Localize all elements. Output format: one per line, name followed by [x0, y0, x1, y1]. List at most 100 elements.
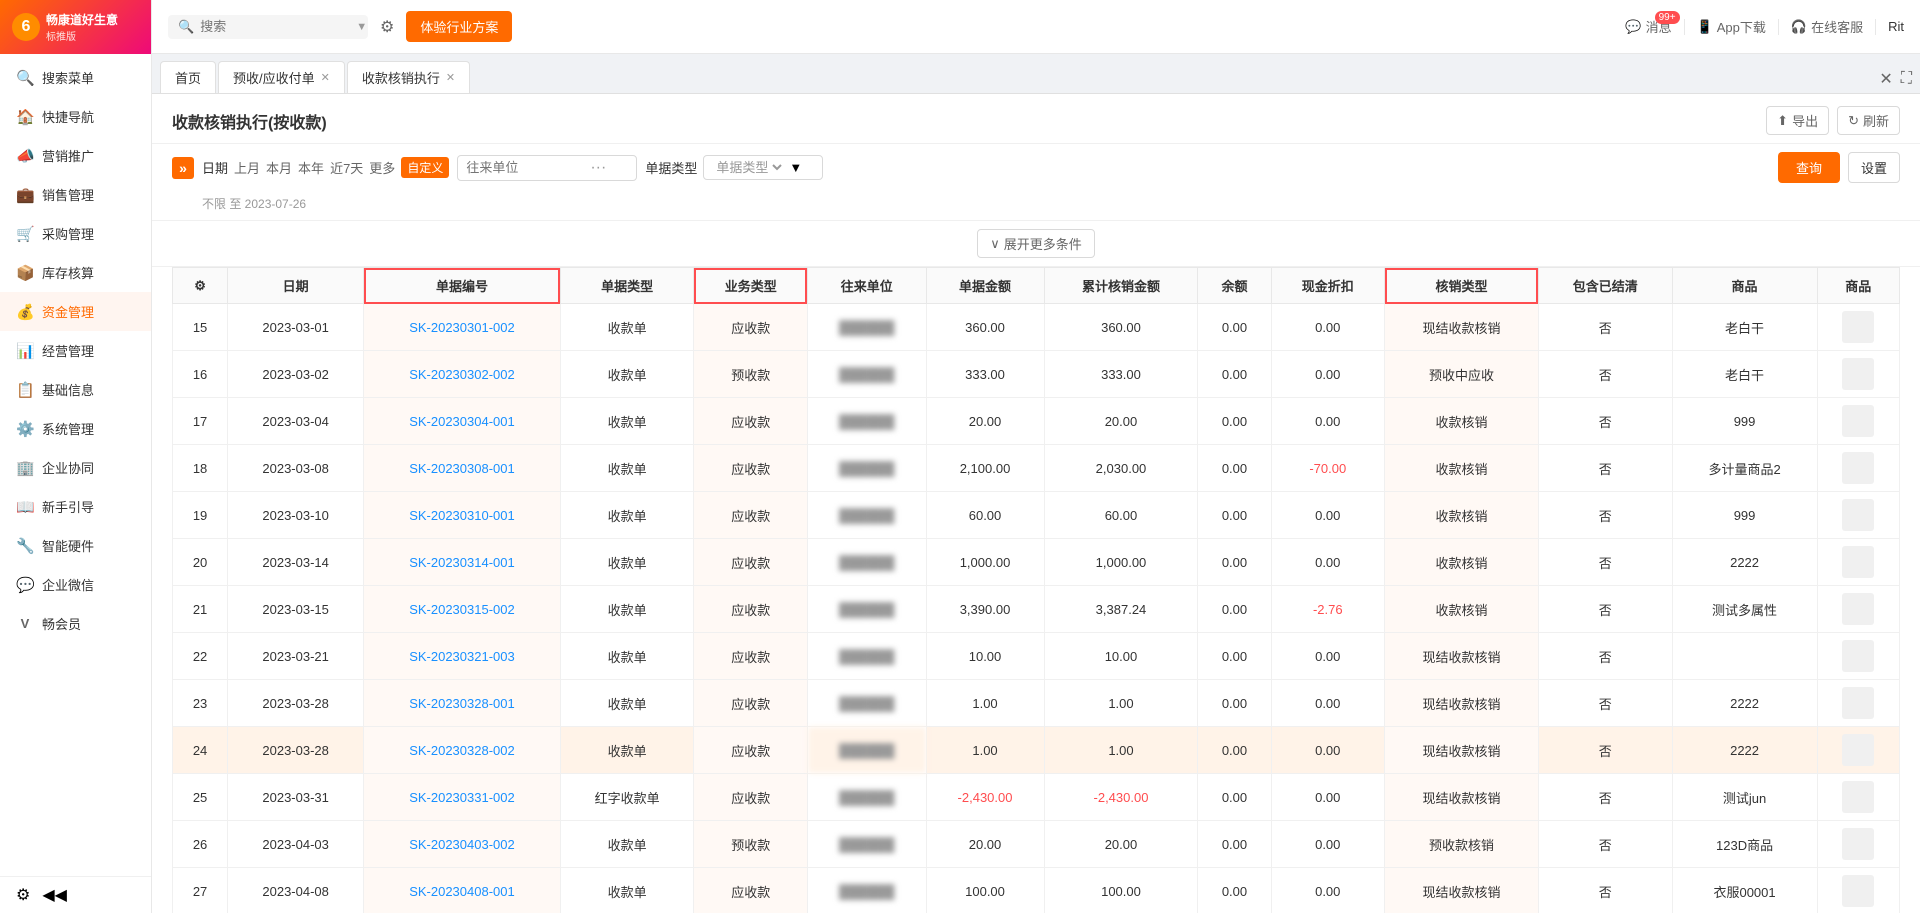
- sidebar-item-marketing[interactable]: 📣 营销推广: [0, 136, 151, 175]
- row-cashdiscount: 0.00: [1271, 868, 1384, 913]
- row-docno[interactable]: SK-20230321-003: [364, 633, 561, 680]
- doc-no-link[interactable]: SK-20230403-002: [409, 837, 515, 852]
- date-custom-button[interactable]: 自定义: [401, 157, 449, 178]
- sidebar-item-search[interactable]: 🔍 搜索菜单: [0, 58, 151, 97]
- doc-no-link[interactable]: SK-20230308-001: [409, 461, 515, 476]
- user-info[interactable]: Rit: [1888, 19, 1904, 34]
- doc-no-link[interactable]: SK-20230314-001: [409, 555, 515, 570]
- row-docno[interactable]: SK-20230308-001: [364, 445, 561, 492]
- sidebar-item-corp[interactable]: 🏢 企业协同: [0, 448, 151, 487]
- row-docno[interactable]: SK-20230310-001: [364, 492, 561, 539]
- row-no: 16: [173, 351, 228, 398]
- row-product2: [1817, 398, 1899, 445]
- sidebar-item-inventory[interactable]: 📦 库存核算: [0, 253, 151, 292]
- filter-expand-button[interactable]: »: [172, 157, 194, 179]
- row-doctype: 收款单: [560, 633, 694, 680]
- col-header-partner: 往来单位: [807, 268, 926, 304]
- sidebar-item-label: 经营管理: [42, 341, 94, 360]
- doc-no-link[interactable]: SK-20230301-002: [409, 320, 515, 335]
- tab-prepay[interactable]: 预收/应收付单 ✕: [218, 61, 345, 93]
- row-balance: 0.00: [1198, 868, 1271, 913]
- export-button[interactable]: ⬆ 导出: [1766, 106, 1829, 135]
- tab-collection[interactable]: 收款核销执行 ✕: [347, 61, 470, 93]
- sidebar-item-wechat[interactable]: 💬 企业微信: [0, 565, 151, 604]
- col-header-balance: 余额: [1198, 268, 1271, 304]
- row-balance: 0.00: [1198, 774, 1271, 821]
- refresh-button[interactable]: ↻ 刷新: [1837, 106, 1900, 135]
- query-button[interactable]: 查询: [1778, 152, 1840, 183]
- row-docno[interactable]: SK-20230403-002: [364, 821, 561, 868]
- tab-close-icon[interactable]: ✕: [321, 71, 330, 84]
- row-docno[interactable]: SK-20230301-002: [364, 304, 561, 351]
- date-this-year[interactable]: 本年: [298, 158, 324, 177]
- doc-no-link[interactable]: SK-20230304-001: [409, 414, 515, 429]
- sidebar-item-hardware[interactable]: 🔧 智能硬件: [0, 526, 151, 565]
- sidebar-item-guide[interactable]: 📖 新手引导: [0, 487, 151, 526]
- row-partner: ██████: [807, 398, 926, 445]
- divider: [1875, 19, 1876, 35]
- sidebar-item-system[interactable]: ⚙️ 系统管理: [0, 409, 151, 448]
- doc-no-link[interactable]: SK-20230302-002: [409, 367, 515, 382]
- row-docno[interactable]: SK-20230331-002: [364, 774, 561, 821]
- sidebar-item-purchase[interactable]: 🛒 采购管理: [0, 214, 151, 253]
- row-docno[interactable]: SK-20230314-001: [364, 539, 561, 586]
- close-tab-button[interactable]: ✕: [1879, 69, 1892, 89]
- row-docno[interactable]: SK-20230302-002: [364, 351, 561, 398]
- doc-no-link[interactable]: SK-20230321-003: [409, 649, 515, 664]
- row-product2: [1817, 586, 1899, 633]
- doc-no-link[interactable]: SK-20230328-001: [409, 696, 515, 711]
- col-header-gear[interactable]: ⚙: [173, 268, 228, 304]
- doc-no-link[interactable]: SK-20230331-002: [409, 790, 515, 805]
- col-header-product: 商品: [1672, 268, 1817, 304]
- partner-dots-icon[interactable]: ···: [590, 159, 606, 177]
- date-range-text: 不限 至 2023-07-26: [202, 195, 306, 212]
- expand-more-button[interactable]: ∨ 展开更多条件: [977, 229, 1095, 258]
- date-this-month[interactable]: 本月: [266, 158, 292, 177]
- doc-no-link[interactable]: SK-20230408-001: [409, 884, 515, 899]
- sidebar-item-label: 搜索菜单: [42, 68, 94, 87]
- message-button[interactable]: 💬 消息 99+: [1625, 17, 1671, 36]
- row-product: 999: [1672, 492, 1817, 539]
- settings-icon[interactable]: ⚙: [16, 885, 30, 905]
- sidebar-item-basic[interactable]: 📋 基础信息: [0, 370, 151, 409]
- doc-no-link[interactable]: SK-20230310-001: [409, 508, 515, 523]
- table-row: 232023-03-28SK-20230328-001收款单应收款██████1…: [173, 680, 1900, 727]
- sidebar-item-sales[interactable]: 💼 销售管理: [0, 175, 151, 214]
- service-button[interactable]: 🎧 在线客服: [1791, 17, 1863, 36]
- maximize-button[interactable]: ⛶: [1901, 70, 1912, 88]
- sidebar-item-quicknav[interactable]: 🏠 快捷导航: [0, 97, 151, 136]
- sidebar-item-member[interactable]: V 畅会员: [0, 604, 151, 643]
- solution-button[interactable]: 体验行业方案: [406, 11, 512, 42]
- row-docno[interactable]: SK-20230328-001: [364, 680, 561, 727]
- row-no: 25: [173, 774, 228, 821]
- row-partner: ██████: [807, 304, 926, 351]
- row-product: 老白干: [1672, 351, 1817, 398]
- row-docno[interactable]: SK-20230304-001: [364, 398, 561, 445]
- date-last-month[interactable]: 上月: [234, 158, 260, 177]
- date-last-7days[interactable]: 近7天: [330, 158, 363, 177]
- search-input[interactable]: [200, 19, 350, 34]
- row-docno[interactable]: SK-20230328-002: [364, 727, 561, 774]
- headset-icon: 🎧: [1791, 19, 1807, 35]
- data-table: ⚙ 日期 单据编号 单据类型 业务类型 往来单位 单据金额 累计核销金额 余额 …: [172, 267, 1900, 913]
- phone-icon: 📱: [1697, 19, 1713, 35]
- doc-no-link[interactable]: SK-20230328-002: [409, 743, 515, 758]
- row-docno[interactable]: SK-20230315-002: [364, 586, 561, 633]
- settings-button[interactable]: 设置: [1848, 152, 1900, 183]
- tab-home[interactable]: 首页: [160, 61, 216, 93]
- date-more[interactable]: 更多: [369, 158, 395, 177]
- doctype-filter-label: 单据类型: [645, 158, 697, 177]
- tab-close-icon[interactable]: ✕: [446, 71, 455, 84]
- doc-no-link[interactable]: SK-20230315-002: [409, 602, 515, 617]
- sidebar-item-finance[interactable]: 💰 资金管理: [0, 292, 151, 331]
- collapse-icon[interactable]: ◀◀: [42, 885, 67, 905]
- row-offsettype: 收款核销: [1385, 586, 1539, 633]
- doctype-select[interactable]: 单据类型: [712, 159, 785, 176]
- app-download-button[interactable]: 📱 App下载: [1697, 17, 1766, 36]
- row-product2: [1817, 304, 1899, 351]
- partner-input[interactable]: [466, 160, 586, 175]
- topbar-gear-icon[interactable]: ⚙: [380, 17, 394, 37]
- row-no: 17: [173, 398, 228, 445]
- sidebar-item-management[interactable]: 📊 经营管理: [0, 331, 151, 370]
- row-docno[interactable]: SK-20230408-001: [364, 868, 561, 913]
